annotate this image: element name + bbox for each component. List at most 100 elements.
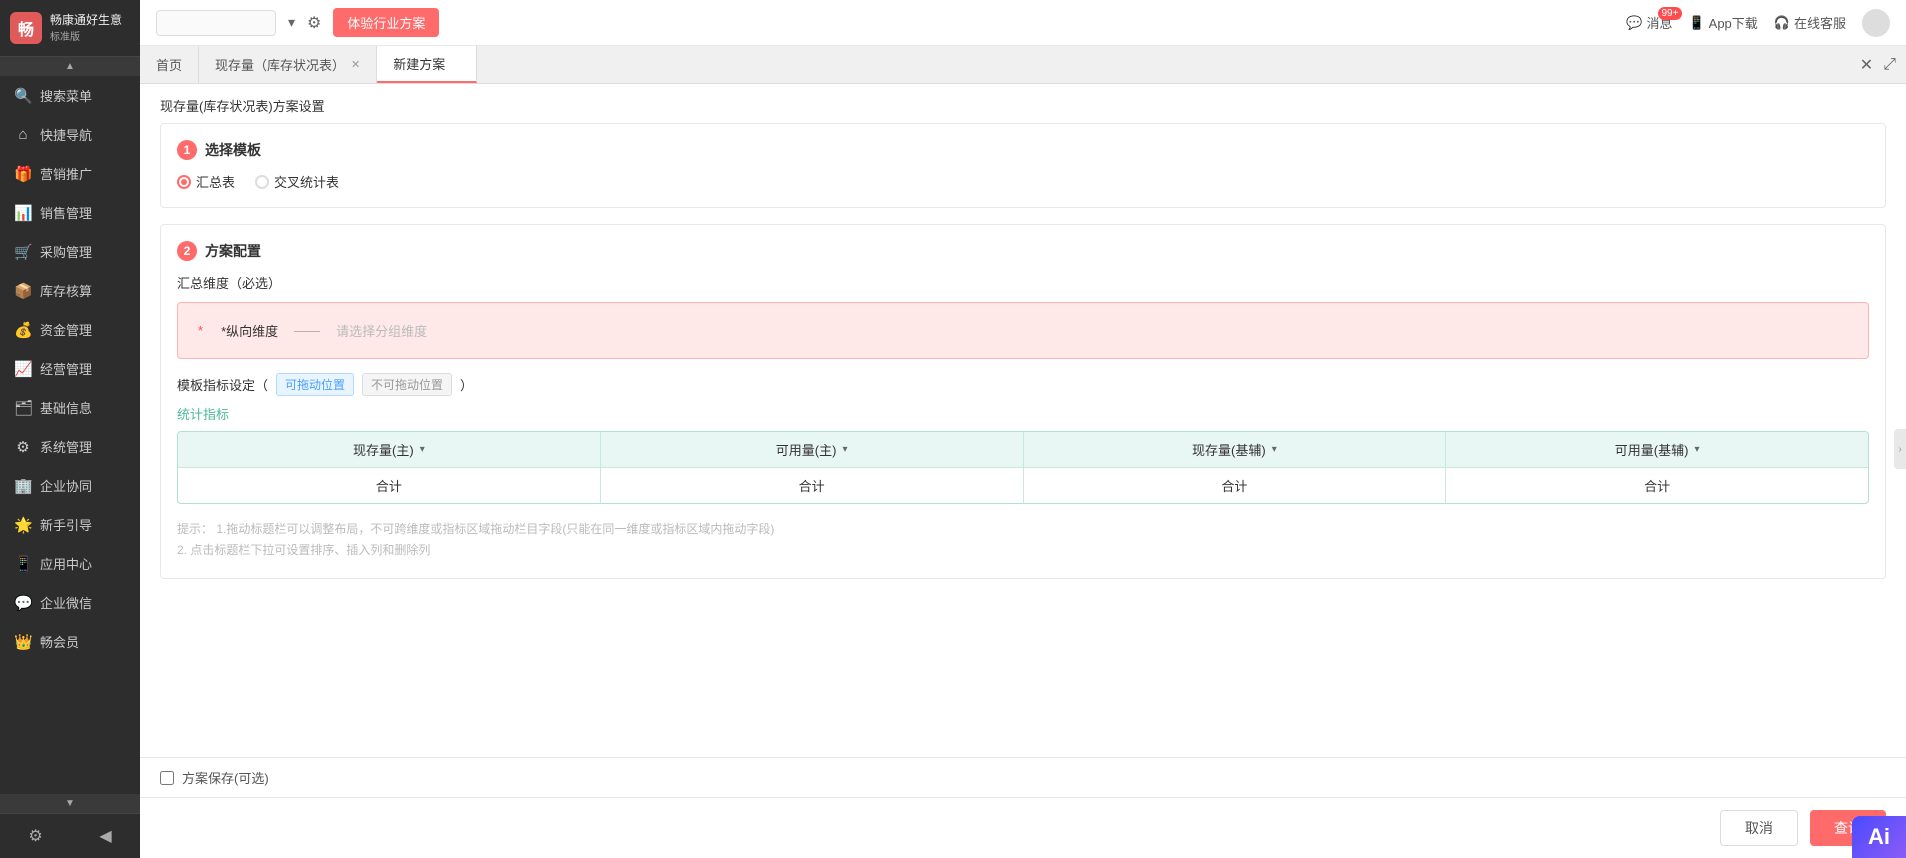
non-draggable-tag: 不可拖动位置 [362,373,452,396]
dropdown-icon[interactable]: ▾ [288,14,295,31]
vertical-dimension-label: *纵向维度 [221,321,278,340]
step1-section: 1 选择模板 汇总表 交叉统计表 [160,123,1886,208]
tab-home[interactable]: 首页 [140,46,199,83]
stats-col-1[interactable]: 可用量(主) ▾ [601,432,1024,467]
tab-new-plan[interactable]: 新建方案 ✕ [377,46,477,83]
message-badge: 99+ [1658,7,1683,20]
radio-summary-label: 汇总表 [196,172,235,191]
radio-cross-dot [255,175,269,189]
stats-cell-0: 合计 [178,468,601,503]
col1-chevron-icon: ▾ [842,444,847,455]
sidebar-item-quicknav[interactable]: ⌂ 快捷导航 [0,115,140,154]
template-indicators-suffix: ） [460,375,473,394]
sidebar-item-appstore-label: 应用中心 [40,554,92,573]
system-icon: ⚙ [14,438,32,456]
message-icon: 💬 [1626,15,1642,31]
radio-summary-dot [177,175,191,189]
sidebar-settings-btn[interactable]: ⚙ [20,822,50,850]
tab-inventory[interactable]: 现存量（库存状况表） ✕ [199,46,377,83]
save-checkbox[interactable] [160,771,174,785]
sidebar-item-purchase[interactable]: 🛒 采购管理 [0,232,140,271]
radio-cross[interactable]: 交叉统计表 [255,172,339,191]
message-btn[interactable]: 💬 消息 99+ [1626,13,1672,32]
tab-inventory-close[interactable]: ✕ [351,58,360,71]
summary-dimension-label: 汇总维度（必选） [177,276,281,291]
sidebar-bottom: ⚙ ◀ [0,813,140,858]
stats-table: 现存量(主) ▾ 可用量(主) ▾ 现存量(基辅) ▾ 可用量(基辅) ▾ [177,431,1869,504]
sidebar-item-newbie-label: 新手引导 [40,515,92,534]
step2-header: 2 方案配置 [177,241,1869,261]
stats-col-2-label: 现存量(基辅) [1192,440,1266,459]
sidebar-item-newbie[interactable]: 🌟 新手引导 [0,505,140,544]
member-icon: 👑 [14,633,32,651]
required-star: * [198,323,203,338]
step2-section: 2 方案配置 汇总维度（必选） * *纵向维度 —— 请选择分组维度 模板指标设… [160,224,1886,579]
stats-table-header: 现存量(主) ▾ 可用量(主) ▾ 现存量(基辅) ▾ 可用量(基辅) ▾ [178,432,1868,467]
stats-table-row: 合计 合计 合计 合计 [178,467,1868,503]
sidebar: 畅 畅康通好生意 标准版 ▲ 🔍 搜索菜单 ⌂ 快捷导航 🎁 营销推广 📊 销售… [0,0,140,858]
step1-header: 1 选择模板 [177,140,1869,160]
sidebar-item-marketing[interactable]: 🎁 营销推广 [0,154,140,193]
sidebar-item-inventory[interactable]: 📦 库存核算 [0,271,140,310]
sidebar-item-enterprise-label: 企业协同 [40,476,92,495]
sidebar-item-enterprise[interactable]: 🏢 企业协同 [0,466,140,505]
stats-cell-1: 合计 [601,468,1024,503]
search-icon: 🔍 [14,87,32,105]
purchase-icon: 🛒 [14,243,32,261]
dimension-row[interactable]: * *纵向维度 —— 请选择分组维度 [177,302,1869,359]
home-icon: ⌂ [14,126,32,143]
step2-badge: 2 [177,241,197,261]
draggable-tag: 可拖动位置 [276,373,354,396]
online-service-label: 在线客服 [1794,13,1846,32]
template-radio-group: 汇总表 交叉统计表 [177,172,1869,191]
tips-section: 提示： 1.拖动标题栏可以调整布局，不可跨维度或指标区域拖动栏目字段(只能在同一… [177,520,1869,558]
sidebar-item-operations[interactable]: 📈 经营管理 [0,349,140,388]
sidebar-item-system[interactable]: ⚙ 系统管理 [0,427,140,466]
stats-label-text: 统计指标 [177,407,229,422]
main-area: ▾ ⚙ 体验行业方案 💬 消息 99+ 📱 App下载 🎧 在线客服 首页 [140,0,1906,858]
col3-chevron-icon: ▾ [1694,444,1699,455]
sidebar-item-wechat[interactable]: 💬 企业微信 [0,583,140,622]
sidebar-item-search-label: 搜索菜单 [40,86,92,105]
tab-expand-action[interactable]: ⤢ [1883,56,1896,74]
sidebar-item-member-label: 畅会员 [40,632,79,651]
user-avatar[interactable] [1862,9,1890,37]
app-download-btn[interactable]: 📱 App下载 [1688,13,1757,32]
online-service-btn[interactable]: 🎧 在线客服 [1774,13,1846,32]
sidebar-item-search[interactable]: 🔍 搜索菜单 [0,76,140,115]
app-logo: 畅 畅康通好生意 标准版 [0,0,140,57]
page-title: 现存量(库存状况表)方案设置 [160,99,325,114]
sidebar-item-member[interactable]: 👑 畅会员 [0,622,140,661]
sidebar-item-finance[interactable]: 💰 资金管理 [0,310,140,349]
save-row: 方案保存(可选) [140,757,1906,797]
sidebar-scroll-up[interactable]: ▲ [0,57,140,76]
tab-close-action[interactable]: ✕ [1860,55,1873,75]
radio-summary[interactable]: 汇总表 [177,172,235,191]
logo-icon: 畅 [10,12,42,44]
settings-icon[interactable]: ⚙ [307,13,321,33]
sidebar-collapse-btn[interactable]: ◀ [91,822,119,850]
stats-col-3-label: 可用量(基辅) [1615,440,1689,459]
topbar-right: 💬 消息 99+ 📱 App下载 🎧 在线客服 [1626,9,1890,37]
stats-col-0[interactable]: 现存量(主) ▾ [178,432,601,467]
right-panel-toggle[interactable]: › [1894,429,1906,469]
sidebar-scroll-down[interactable]: ▼ [0,794,140,813]
stats-section-label: 统计指标 [177,404,1869,423]
tab-new-plan-close[interactable]: ✕ [451,57,460,70]
sidebar-item-basic[interactable]: 🗂 基础信息 [0,388,140,427]
right-panel-chevron: › [1898,444,1901,455]
sidebar-item-inventory-label: 库存核算 [40,281,92,300]
stats-col-3[interactable]: 可用量(基辅) ▾ [1446,432,1868,467]
cancel-button[interactable]: 取消 [1720,810,1798,846]
headset-icon: 🎧 [1774,15,1790,31]
sidebar-item-appstore[interactable]: 📱 应用中心 [0,544,140,583]
sidebar-item-sales[interactable]: 📊 销售管理 [0,193,140,232]
ai-badge[interactable]: Ai [1852,816,1906,858]
trial-button[interactable]: 体验行业方案 [333,8,439,37]
content-area: 现存量(库存状况表)方案设置 1 选择模板 汇总表 交叉统计表 [140,84,1906,757]
topbar-left: ▾ ⚙ 体验行业方案 [156,8,439,37]
search-input[interactable] [156,10,276,36]
dimension-dash: —— [294,323,320,338]
stats-col-2[interactable]: 现存量(基辅) ▾ [1024,432,1447,467]
app-icon: 📱 [1688,15,1704,31]
